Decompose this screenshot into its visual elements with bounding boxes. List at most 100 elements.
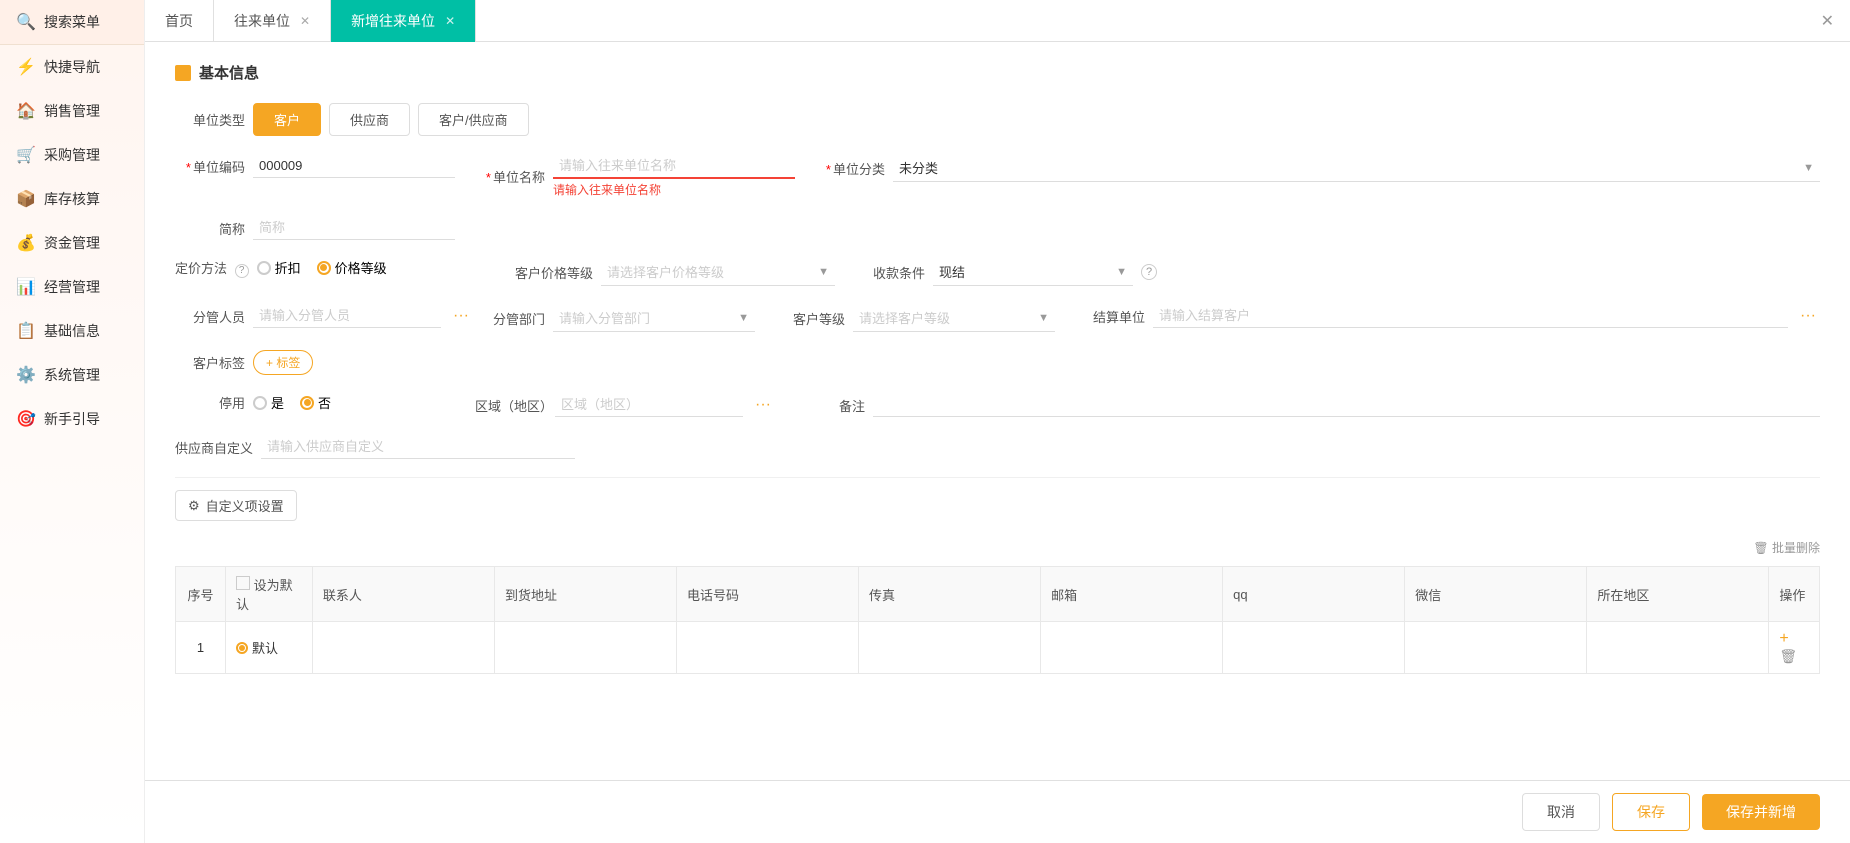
sidebar: 🔍 搜索菜单 ⚡ 快捷导航 🏠 销售管理 🛒 采购管理 📦 库存核算 💰 资金管… — [0, 0, 145, 843]
wechat-input[interactable] — [1415, 640, 1576, 655]
row-wechat[interactable] — [1405, 622, 1587, 674]
window-close-button[interactable]: ✕ — [1805, 11, 1850, 31]
sidebar-item-purchase[interactable]: 🛒 采购管理 — [0, 133, 144, 177]
pricing-price-level-option[interactable]: 价格等级 — [317, 258, 387, 277]
sidebar-item-search[interactable]: 🔍 搜索菜单 — [0, 0, 144, 45]
sidebar-item-label: 库存核算 — [44, 189, 100, 209]
pricing-help-icon[interactable]: ? — [235, 264, 249, 278]
sidebar-item-basic-info[interactable]: 📋 基础信息 — [0, 309, 144, 353]
customer-level-label: 客户等级 — [775, 309, 845, 328]
payment-terms-arrow: ▼ — [1116, 266, 1127, 278]
short-name-input[interactable] — [253, 216, 455, 240]
yes-radio-circle — [253, 396, 267, 410]
col-fax: 传真 — [859, 567, 1041, 622]
sidebar-item-inventory[interactable]: 📦 库存核算 — [0, 177, 144, 221]
custom-settings-button[interactable]: ⚙ 自定义项设置 — [175, 490, 297, 521]
save-add-button[interactable]: 保存并新增 — [1702, 794, 1820, 830]
required-star-name: * — [486, 170, 491, 185]
sidebar-item-system[interactable]: ⚙️ 系统管理 — [0, 353, 144, 397]
table-row: 1 默认 — [176, 622, 1820, 674]
sidebar-item-sales[interactable]: 🏠 销售管理 — [0, 89, 144, 133]
supplier-custom-input[interactable] — [261, 435, 575, 459]
type-btn-customer[interactable]: 客户 — [253, 103, 321, 136]
phone-input[interactable] — [687, 640, 848, 655]
unit-name-input[interactable] — [553, 154, 795, 179]
unit-category-field: *单位分类 未分类 ▼ — [815, 154, 1820, 182]
row-region-input[interactable] — [1597, 640, 1758, 655]
remark-input[interactable] — [873, 393, 1820, 417]
manager-more-btn[interactable]: ··· — [449, 307, 473, 325]
customer-price-placeholder: 请选择客户价格等级 — [607, 262, 818, 281]
unit-name-wrapper: 请输入往来单位名称 — [553, 154, 795, 198]
settlement-unit-field: 结算单位 ··· — [1075, 304, 1820, 328]
customer-level-select[interactable]: 请选择客户等级 ▼ — [853, 304, 1055, 332]
type-btn-supplier[interactable]: 供应商 — [329, 103, 410, 136]
footer-bar: 取消 保存 保存并新增 — [145, 780, 1850, 843]
row-default-radio[interactable] — [236, 642, 248, 654]
col-id: 序号 — [176, 567, 226, 622]
region-more-btn[interactable]: ··· — [751, 396, 775, 414]
payment-help-icon[interactable]: ? — [1141, 264, 1157, 280]
tag-add-button[interactable]: + 标签 — [253, 350, 313, 375]
disabled-radio-group: 是 否 — [253, 393, 331, 412]
cancel-button[interactable]: 取消 — [1522, 793, 1600, 831]
sidebar-item-operations[interactable]: 📊 经营管理 — [0, 265, 144, 309]
row-address[interactable] — [494, 622, 676, 674]
payment-terms-select[interactable]: 现结 ▼ — [933, 258, 1133, 286]
dept-select[interactable]: 请输入分管部门 ▼ — [553, 304, 755, 332]
settlement-unit-input[interactable] — [1153, 304, 1788, 328]
tag-row: 客户标签 + 标签 — [175, 350, 1820, 375]
supplier-custom-label: 供应商自定义 — [175, 438, 253, 457]
row-email[interactable] — [1041, 622, 1223, 674]
save-button[interactable]: 保存 — [1612, 793, 1690, 831]
table-header-row: 序号 设为默认 联系人 到货地址 电话号码 传真 邮箱 qq 微信 所在地区 操… — [176, 567, 1820, 622]
row-contact[interactable] — [312, 622, 494, 674]
col-qq: qq — [1223, 567, 1405, 622]
row-region[interactable] — [1587, 622, 1769, 674]
unit-code-label: *单位编码 — [175, 157, 245, 176]
customer-price-label: 客户价格等级 — [515, 263, 593, 282]
tab-home[interactable]: 首页 — [145, 0, 214, 42]
row-fax[interactable] — [859, 622, 1041, 674]
unit-code-input[interactable] — [253, 154, 455, 178]
fax-input[interactable] — [869, 640, 1030, 655]
contact-input[interactable] — [323, 640, 484, 655]
row-qq[interactable] — [1223, 622, 1405, 674]
form-area: 基本信息 单位类型 客户 供应商 客户/供应商 *单位编码 — [145, 42, 1850, 780]
customer-price-select[interactable]: 请选择客户价格等级 ▼ — [601, 258, 835, 286]
qq-input[interactable] — [1233, 640, 1394, 655]
chart-icon: 📊 — [16, 277, 36, 297]
table-header-checkbox[interactable] — [236, 576, 250, 590]
sidebar-item-guide[interactable]: 🎯 新手引导 — [0, 397, 144, 441]
col-action: 操作 — [1769, 567, 1820, 622]
tab-trading-units[interactable]: 往来单位 ✕ — [214, 0, 331, 42]
unit-category-select[interactable]: 未分类 ▼ — [893, 154, 1820, 182]
tab-trading-units-close[interactable]: ✕ — [300, 14, 310, 28]
delete-row-button[interactable]: 🗑 — [1779, 648, 1797, 665]
row-default-dot — [239, 645, 245, 651]
email-input[interactable] — [1051, 640, 1212, 655]
sidebar-item-label: 搜索菜单 — [44, 12, 100, 32]
address-input[interactable] — [505, 640, 666, 655]
add-row-button[interactable]: + — [1779, 630, 1788, 648]
pricing-radio-group: 折扣 价格等级 — [257, 258, 387, 277]
search-icon: 🔍 — [16, 12, 36, 32]
sidebar-item-finance[interactable]: 💰 资金管理 — [0, 221, 144, 265]
tab-bar: 首页 往来单位 ✕ 新增往来单位 ✕ ✕ — [145, 0, 1850, 42]
tab-new-trading-unit-close[interactable]: ✕ — [445, 14, 455, 28]
batch-delete-button[interactable]: 🗑 批量删除 — [1753, 539, 1820, 556]
region-input[interactable] — [555, 393, 743, 417]
short-name-field: 简称 — [175, 216, 455, 240]
required-star: * — [186, 160, 191, 175]
disabled-yes-option[interactable]: 是 — [253, 393, 284, 412]
pricing-discount-option[interactable]: 折扣 — [257, 258, 301, 277]
settlement-more-btn[interactable]: ··· — [1796, 307, 1820, 325]
row-phone[interactable] — [676, 622, 858, 674]
manager-input[interactable] — [253, 304, 441, 328]
type-btn-both[interactable]: 客户/供应商 — [418, 103, 529, 136]
tab-new-trading-unit[interactable]: 新增往来单位 ✕ — [331, 0, 476, 42]
customer-level-field: 客户等级 请选择客户等级 ▼ — [775, 304, 1055, 332]
sidebar-item-quick-nav[interactable]: ⚡ 快捷导航 — [0, 45, 144, 89]
category-dropdown-arrow: ▼ — [1803, 162, 1814, 174]
disabled-no-option[interactable]: 否 — [300, 393, 331, 412]
